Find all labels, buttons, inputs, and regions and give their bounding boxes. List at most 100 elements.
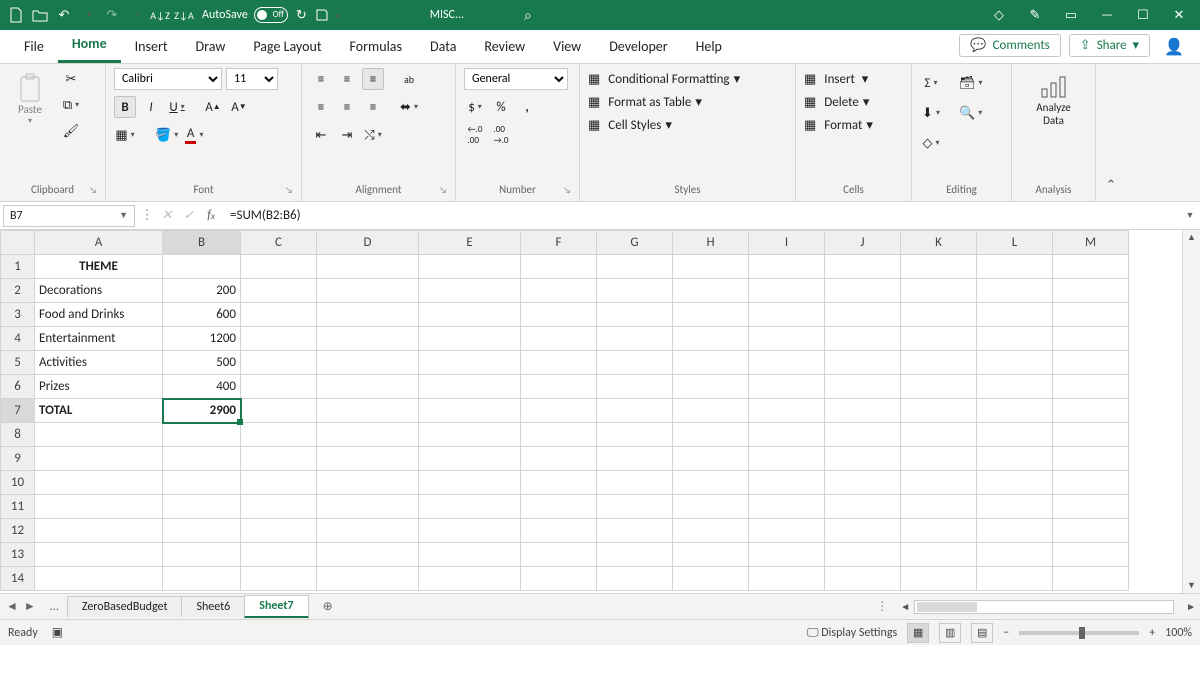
enter-formula-button[interactable]: ✓ <box>178 208 200 223</box>
align-middle-button[interactable]: ≡ <box>336 68 358 90</box>
cell-E2[interactable] <box>419 279 521 303</box>
cell-C2[interactable] <box>241 279 317 303</box>
col-header-C[interactable]: C <box>241 231 317 255</box>
cell-I5[interactable] <box>749 351 825 375</box>
cell-B11[interactable] <box>163 495 241 519</box>
cell-D8[interactable] <box>317 423 419 447</box>
cell-G1[interactable] <box>597 255 673 279</box>
cell-K5[interactable] <box>901 351 977 375</box>
horizontal-scrollbar[interactable] <box>914 600 1174 614</box>
cell-C10[interactable] <box>241 471 317 495</box>
cell-E13[interactable] <box>419 543 521 567</box>
cell-B8[interactable] <box>163 423 241 447</box>
cell-D13[interactable] <box>317 543 419 567</box>
align-center-button[interactable]: ≡ <box>336 96 358 118</box>
wrap-text-button[interactable]: ab <box>398 68 420 90</box>
font-dialog-icon[interactable]: ↘ <box>285 185 293 196</box>
undo-icon[interactable]: ↶ <box>54 5 74 25</box>
conditional-formatting-button[interactable]: ▦ Conditional Formatting ▾ <box>588 72 740 87</box>
cell-B10[interactable] <box>163 471 241 495</box>
cell-M14[interactable] <box>1053 567 1129 591</box>
tab-page-layout[interactable]: Page Layout <box>239 32 335 63</box>
cell-J12[interactable] <box>825 519 901 543</box>
sheet-table[interactable]: ABCDEFGHIJKLM1THEME2Decorations2003Food … <box>0 230 1129 591</box>
cell-M5[interactable] <box>1053 351 1129 375</box>
cell-E5[interactable] <box>419 351 521 375</box>
cell-B7[interactable]: 2900 <box>163 399 241 423</box>
cell-styles-button[interactable]: ▦ Cell Styles ▾ <box>588 118 740 133</box>
comma-button[interactable]: , <box>516 96 538 118</box>
cut-button[interactable]: ✂ <box>60 68 82 90</box>
cancel-formula-button[interactable]: ✕ <box>156 208 178 223</box>
cell-E10[interactable] <box>419 471 521 495</box>
cell-E4[interactable] <box>419 327 521 351</box>
cell-I3[interactable] <box>749 303 825 327</box>
cell-G5[interactable] <box>597 351 673 375</box>
cell-L12[interactable] <box>977 519 1053 543</box>
cell-K3[interactable] <box>901 303 977 327</box>
cell-H10[interactable] <box>673 471 749 495</box>
scroll-up-icon[interactable]: ▲ <box>1187 230 1196 245</box>
cell-B4[interactable]: 1200 <box>163 327 241 351</box>
hscroll-thumb[interactable] <box>917 602 977 612</box>
col-header-A[interactable]: A <box>35 231 163 255</box>
fill-button[interactable]: ⬇ <box>920 102 942 124</box>
zoom-knob[interactable] <box>1079 627 1085 639</box>
cell-M4[interactable] <box>1053 327 1129 351</box>
autosave-toggle[interactable]: AutoSave Off <box>202 7 288 23</box>
cell-B1[interactable] <box>163 255 241 279</box>
cell-C4[interactable] <box>241 327 317 351</box>
cell-C11[interactable] <box>241 495 317 519</box>
row-header-10[interactable]: 10 <box>1 471 35 495</box>
cell-M10[interactable] <box>1053 471 1129 495</box>
merge-button[interactable]: ⬌ <box>398 96 420 118</box>
row-header-1[interactable]: 1 <box>1 255 35 279</box>
font-size-select[interactable]: 11 <box>226 68 278 90</box>
cell-I7[interactable] <box>749 399 825 423</box>
cell-D7[interactable] <box>317 399 419 423</box>
hscroll-left-icon[interactable]: ◄ <box>896 600 914 613</box>
macro-record-icon[interactable]: ▣ <box>52 625 63 640</box>
cell-E1[interactable] <box>419 255 521 279</box>
tab-help[interactable]: Help <box>682 32 736 63</box>
cell-G10[interactable] <box>597 471 673 495</box>
cell-M8[interactable] <box>1053 423 1129 447</box>
paste-button[interactable]: Paste ▾ <box>8 68 52 131</box>
format-cells-button[interactable]: ▦ Format ▾ <box>804 118 873 133</box>
close-button[interactable]: ✕ <box>1170 8 1188 23</box>
cell-D6[interactable] <box>317 375 419 399</box>
delete-cells-button[interactable]: ▦ Delete ▾ <box>804 95 873 110</box>
format-as-table-button[interactable]: ▦ Format as Table ▾ <box>588 95 740 110</box>
clipboard-dialog-icon[interactable]: ↘ <box>89 185 97 196</box>
cell-I11[interactable] <box>749 495 825 519</box>
cell-H1[interactable] <box>673 255 749 279</box>
refresh-icon[interactable]: ↻ <box>296 8 307 23</box>
minimize-button[interactable]: — <box>1098 8 1116 23</box>
cell-H3[interactable] <box>673 303 749 327</box>
cell-J5[interactable] <box>825 351 901 375</box>
cell-C7[interactable] <box>241 399 317 423</box>
row-header-11[interactable]: 11 <box>1 495 35 519</box>
cell-F8[interactable] <box>521 423 597 447</box>
cell-K12[interactable] <box>901 519 977 543</box>
comments-button[interactable]: 💬 Comments <box>959 34 1060 57</box>
sheet-tab-1[interactable]: Sheet6 <box>181 596 245 617</box>
cell-K11[interactable] <box>901 495 977 519</box>
cell-G3[interactable] <box>597 303 673 327</box>
cell-B14[interactable] <box>163 567 241 591</box>
col-header-D[interactable]: D <box>317 231 419 255</box>
page-break-view-button[interactable]: ▤ <box>971 623 993 643</box>
underline-button[interactable]: U <box>166 96 188 118</box>
clear-button[interactable]: ◇ <box>920 132 942 154</box>
cell-D5[interactable] <box>317 351 419 375</box>
cell-B2[interactable]: 200 <box>163 279 241 303</box>
name-box-dropdown-icon[interactable]: ▼ <box>119 210 128 221</box>
cell-M13[interactable] <box>1053 543 1129 567</box>
cell-K2[interactable] <box>901 279 977 303</box>
cell-I4[interactable] <box>749 327 825 351</box>
format-painter-button[interactable]: 🖌 <box>60 120 82 142</box>
cell-E6[interactable] <box>419 375 521 399</box>
tab-view[interactable]: View <box>539 32 595 63</box>
cell-H6[interactable] <box>673 375 749 399</box>
cell-C12[interactable] <box>241 519 317 543</box>
